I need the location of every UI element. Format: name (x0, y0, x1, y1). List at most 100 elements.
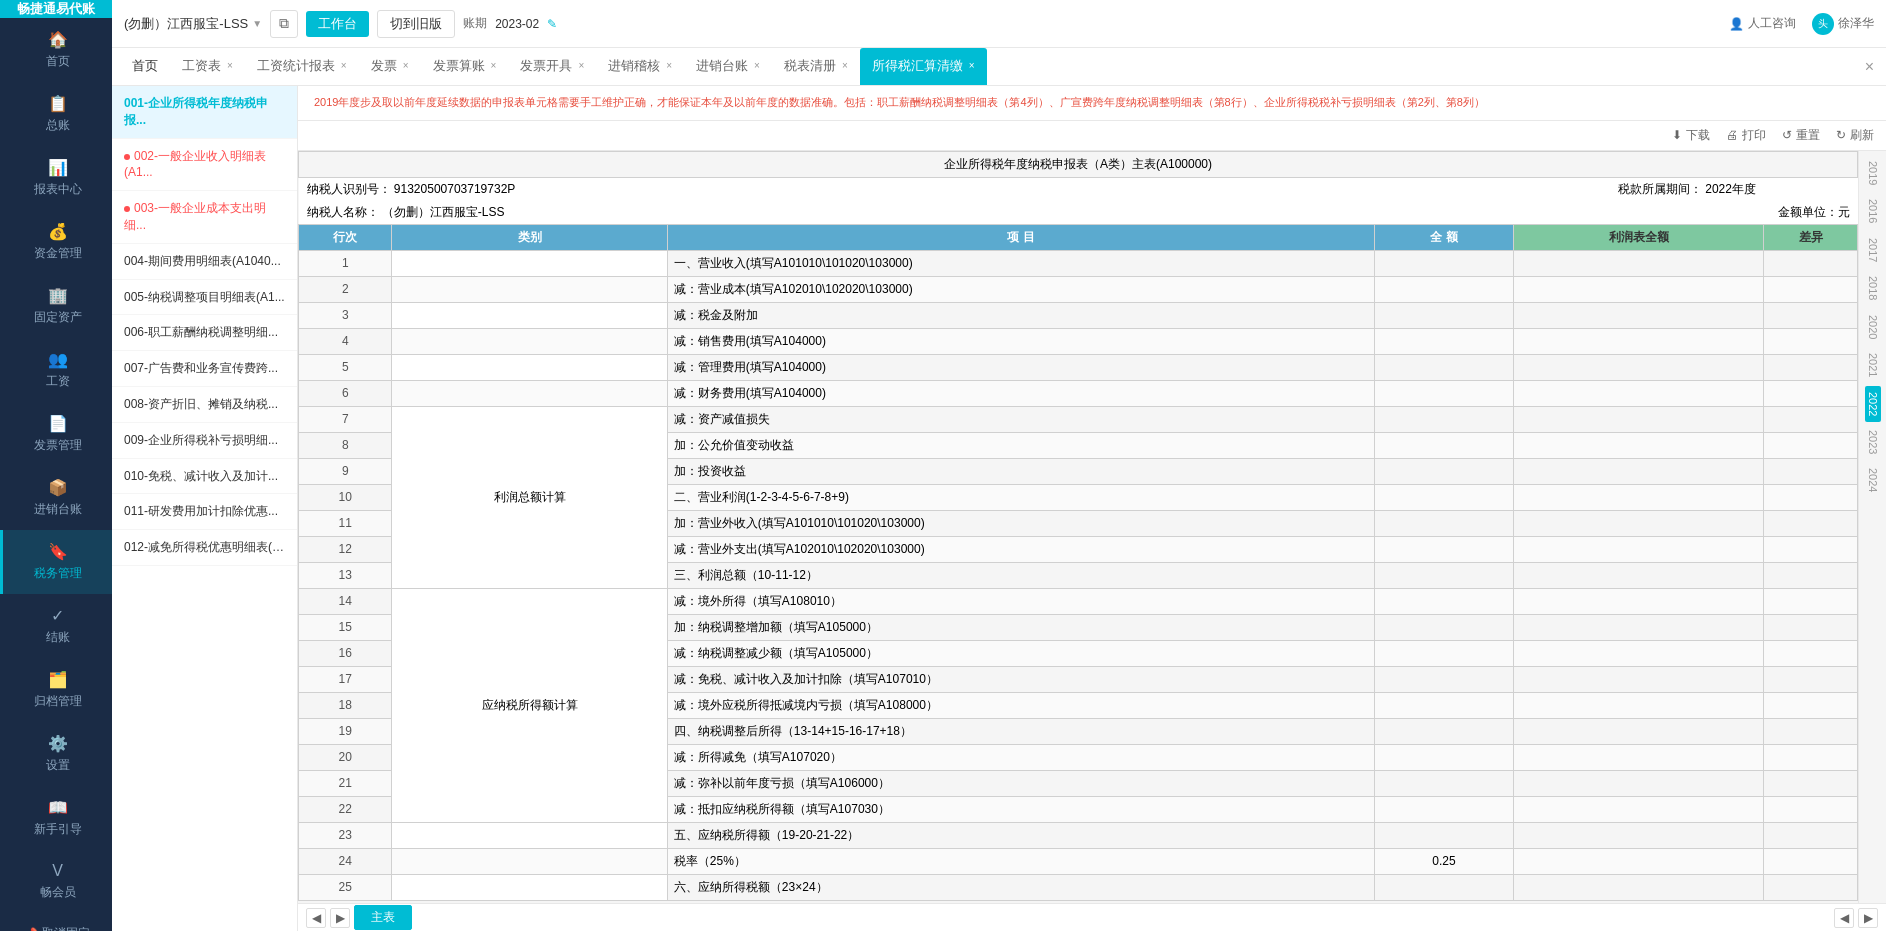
row-item-6: 减：财务费用(填写A104000) (667, 380, 1374, 406)
tab-prev-btn[interactable]: ◀ (306, 908, 326, 928)
sub-sidebar-item-004[interactable]: 004-期间费用明细表(A1040... (112, 244, 297, 280)
sub-sidebar-item-001[interactable]: 001-企业所得税年度纳税申报... (112, 86, 297, 139)
reset-btn[interactable]: ↺ 重置 (1782, 127, 1820, 144)
sidebar-item-fixed-assets[interactable]: 🏢 固定资产 (0, 274, 112, 338)
tab-home[interactable]: 首页 (120, 48, 170, 85)
tab-payroll-close[interactable]: × (227, 60, 233, 71)
row-category-23 (392, 822, 667, 848)
year-2022[interactable]: 2022 (1865, 386, 1881, 422)
row-amount-18 (1375, 692, 1514, 718)
year-2021[interactable]: 2021 (1865, 347, 1881, 383)
sidebar-item-tax-mgmt[interactable]: 🔖 税务管理 (0, 530, 112, 594)
cancel-pin-btn[interactable]: 📌 取消固定 (0, 913, 112, 931)
download-btn[interactable]: ⬇ 下载 (1672, 127, 1710, 144)
period-value: 2023-02 (495, 17, 539, 31)
table-row: 25 六、应纳所得税额（23×24） (299, 874, 1858, 900)
table-toolbar: ⬇ 下载 🖨 打印 ↺ 重置 ↻ 刷新 (298, 121, 1886, 151)
year-2016[interactable]: 2016 (1865, 193, 1881, 229)
tab-invoice-label: 发票 (371, 57, 397, 75)
sub-sidebar-item-007[interactable]: 007-广告费和业务宣传费跨... (112, 351, 297, 387)
close-all-icon[interactable]: × (1865, 58, 1874, 76)
row-num-19: 19 (299, 718, 392, 744)
copy-icon-btn[interactable]: ⧉ (270, 10, 298, 38)
reset-label: 重置 (1796, 127, 1820, 144)
tab-tax-schedule[interactable]: 税表清册 × (772, 48, 860, 85)
company-selector[interactable]: (勿删）江西服宝-LSS ▼ (124, 15, 262, 33)
sidebar-label-fund: 资金管理 (34, 245, 82, 262)
year-2020[interactable]: 2020 (1865, 309, 1881, 345)
year-2023[interactable]: 2023 (1865, 424, 1881, 460)
sidebar-item-general-ledger[interactable]: 📋 总账 (0, 82, 112, 146)
tab-next-btn[interactable]: ▶ (330, 908, 350, 928)
year-2018[interactable]: 2018 (1865, 270, 1881, 306)
sub-sidebar-item-005[interactable]: 005-纳税调整项目明细表(A1... (112, 280, 297, 316)
table-row: 23 五、应纳税所得额（19-20-21-22） (299, 822, 1858, 848)
sidebar-item-invoice-mgmt[interactable]: 📄 发票管理 (0, 402, 112, 466)
period-edit-icon[interactable]: ✎ (547, 17, 557, 31)
sheet-tab-main[interactable]: 主表 (354, 905, 412, 930)
sub-sidebar-item-011[interactable]: 011-研发费用加计扣除优惠... (112, 494, 297, 530)
tab-payroll-label: 工资表 (182, 57, 221, 75)
sidebar-item-payroll[interactable]: 👥 工资 (0, 338, 112, 402)
sub-sidebar-item-006[interactable]: 006-职工薪酬纳税调整明细... (112, 315, 297, 351)
sub-sidebar-item-008[interactable]: 008-资产折旧、摊销及纳税... (112, 387, 297, 423)
scroll-right-btn[interactable]: ▶ (1858, 908, 1878, 928)
sidebar-item-vip[interactable]: V 畅会员 (0, 850, 112, 913)
sidebar-item-new-guide[interactable]: 📖 新手引导 (0, 786, 112, 850)
taxpayer-id: 纳税人识别号： 91320500703719732P (299, 177, 1375, 201)
sub-sidebar-item-010[interactable]: 010-免税、减计收入及加计... (112, 459, 297, 495)
sidebar-item-closing[interactable]: ✓ 结账 (0, 594, 112, 658)
refresh-btn[interactable]: ↻ 刷新 (1836, 127, 1874, 144)
row-item-22: 减：抵扣应纳税所得额（填写A107030） (667, 796, 1374, 822)
tab-income-tax[interactable]: 所得税汇算清缴 × (860, 48, 987, 85)
tab-ledger-label: 进销台账 (696, 57, 748, 75)
tab-tax-schedule-close[interactable]: × (842, 60, 848, 71)
tab-payroll-stats-close[interactable]: × (341, 60, 347, 71)
row-diff-2 (1764, 276, 1858, 302)
sidebar-label-settings: 设置 (46, 757, 70, 774)
tab-payroll-stats[interactable]: 工资统计报表 × (245, 48, 359, 85)
tab-invoice-close[interactable]: × (403, 60, 409, 71)
tab-ledger-close[interactable]: × (754, 60, 760, 71)
tab-ledger[interactable]: 进销台账 × (684, 48, 772, 85)
year-2019[interactable]: 2019 (1865, 155, 1881, 191)
row-amount-22 (1375, 796, 1514, 822)
settings-icon: ⚙️ (48, 734, 68, 753)
row-profit-7 (1513, 406, 1764, 432)
print-btn[interactable]: 🖨 打印 (1726, 127, 1766, 144)
tab-invoice-calc-close[interactable]: × (491, 60, 497, 71)
tab-invoice[interactable]: 发票 × (359, 48, 421, 85)
year-2024[interactable]: 2024 (1865, 462, 1881, 498)
company-name-row: 纳税人名称： （勿删）江西服宝-LSS (299, 201, 1375, 225)
sub-sidebar-item-002[interactable]: 002-一般企业收入明细表(A1... (112, 139, 297, 192)
row-item-24: 税率（25%） (667, 848, 1374, 874)
tab-invoice-issue-close[interactable]: × (578, 60, 584, 71)
sidebar-item-sales-purchase[interactable]: 📦 进销台账 (0, 466, 112, 530)
work-platform-btn[interactable]: 工作台 (306, 11, 369, 37)
ai-consult-btn[interactable]: 👤 人工咨询 (1729, 15, 1796, 32)
row-profit-1 (1513, 250, 1764, 276)
sub-sidebar-item-012[interactable]: 012-减免所得税优惠明细表(… (112, 530, 297, 566)
tab-verify[interactable]: 进销稽核 × (596, 48, 684, 85)
tab-payroll[interactable]: 工资表 × (170, 48, 245, 85)
tab-verify-close[interactable]: × (666, 60, 672, 71)
sidebar-item-home[interactable]: 🏠 首页 (0, 18, 112, 82)
user-profile-btn[interactable]: 头 徐泽华 (1812, 13, 1874, 35)
sidebar-item-fund-mgmt[interactable]: 💰 资金管理 (0, 210, 112, 274)
tab-invoice-issue[interactable]: 发票开具 × (508, 48, 596, 85)
switch-old-version-btn[interactable]: 切到旧版 (377, 10, 455, 38)
table-scroll[interactable]: 企业所得税年度纳税申报表（A类）主表(A100000) 纳税人识别号： 9132… (298, 151, 1858, 903)
tab-income-tax-close[interactable]: × (969, 60, 975, 71)
sub-sidebar-item-003[interactable]: 003-一般企业成本支出明细... (112, 191, 297, 244)
year-2017[interactable]: 2017 (1865, 232, 1881, 268)
tab-invoice-calc[interactable]: 发票算账 × (421, 48, 509, 85)
row-amount-3 (1375, 302, 1514, 328)
row-amount-21 (1375, 770, 1514, 796)
sidebar-item-settings[interactable]: ⚙️ 设置 (0, 722, 112, 786)
download-icon: ⬇ (1672, 128, 1682, 142)
sub-sidebar-item-009[interactable]: 009-企业所得税补亏损明细... (112, 423, 297, 459)
sidebar-item-archive[interactable]: 🗂️ 归档管理 (0, 658, 112, 722)
scroll-left-btn[interactable]: ◀ (1834, 908, 1854, 928)
sidebar-item-report-center[interactable]: 📊 报表中心 (0, 146, 112, 210)
row-amount-17 (1375, 666, 1514, 692)
